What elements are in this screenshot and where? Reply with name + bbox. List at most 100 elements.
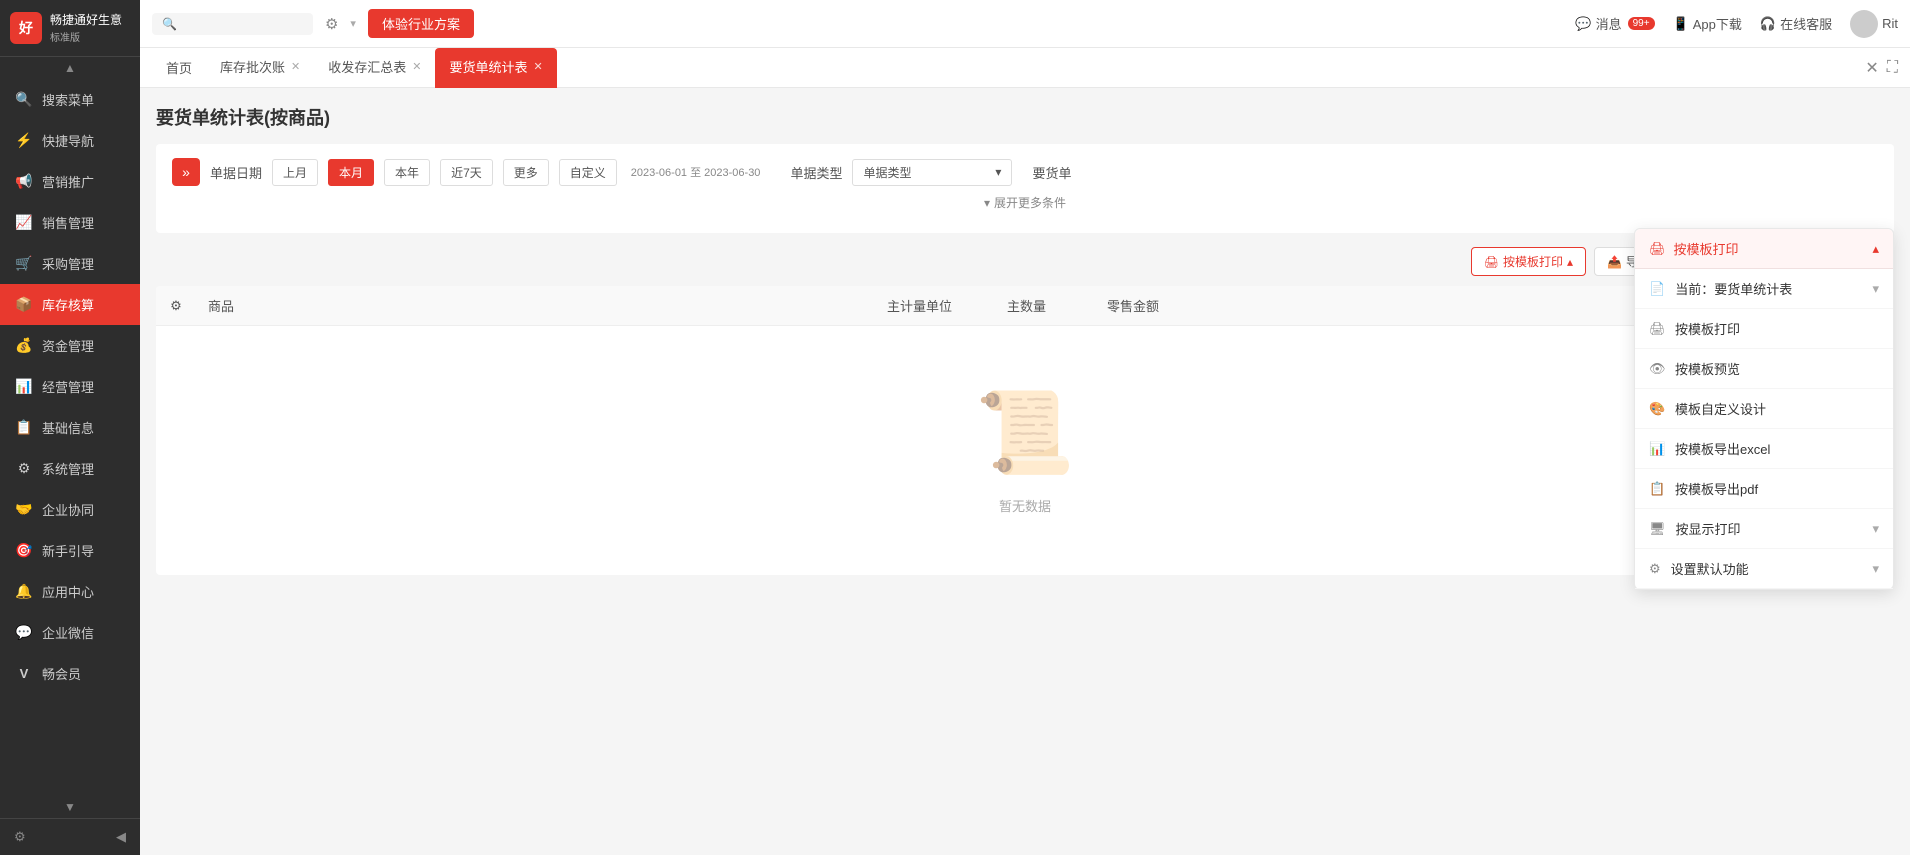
sidebar-item-label: 应用中心 xyxy=(42,582,94,601)
sidebar-item-operation[interactable]: 📊 经营管理 xyxy=(0,366,140,407)
trial-btn[interactable]: 体验行业方案 xyxy=(368,9,474,38)
messages-badge: 99+ xyxy=(1628,17,1655,30)
dropdown-current-template[interactable]: 📄 当前：要货单统计表 ▾ xyxy=(1635,269,1893,309)
sidebar-item-wxwork[interactable]: 💬 企业微信 xyxy=(0,612,140,653)
sidebar-item-label: 经营管理 xyxy=(42,377,94,396)
sidebar-item-label: 搜索菜单 xyxy=(42,90,94,109)
app-download-btn[interactable]: 📱 App下载 xyxy=(1673,14,1742,33)
date-btn-last-month[interactable]: 上月 xyxy=(272,159,318,186)
type-label: 单据类型 xyxy=(790,163,842,182)
date-btn-more[interactable]: 更多 xyxy=(503,159,549,186)
template-design-label: 模板自定义设计 xyxy=(1675,399,1766,418)
user-avatar-area[interactable]: Rit xyxy=(1850,10,1898,38)
current-template-label: 当前：要货单统计表 xyxy=(1675,279,1792,298)
tab-label: 库存批次账 xyxy=(220,57,285,76)
template-pdf-label: 按模板导出pdf xyxy=(1675,479,1758,498)
sidebar-item-search[interactable]: 🔍 搜索菜单 xyxy=(0,79,140,120)
dropdown-template-pdf[interactable]: 📋 按模板导出pdf xyxy=(1635,469,1893,509)
sidebar-item-appstore[interactable]: 🔔 应用中心 xyxy=(0,571,140,612)
base-icon: 📋 xyxy=(14,419,34,436)
app-download-label: App下载 xyxy=(1693,14,1742,33)
sidebar-item-vip[interactable]: V 畅会员 xyxy=(0,653,140,694)
date-btn-7days[interactable]: 近7天 xyxy=(440,159,493,186)
type-select[interactable]: 单据类型 ▾ xyxy=(852,159,1012,186)
print-item-icon: 🖨 xyxy=(1649,321,1665,337)
filter-card: » 单据日期 上月 本月 本年 近7天 更多 自定义 2023-06-01 至 … xyxy=(156,144,1894,233)
dropdown-template-design[interactable]: 🎨 模板自定义设计 xyxy=(1635,389,1893,429)
date-btn-this-month[interactable]: 本月 xyxy=(328,159,374,186)
col-quantity: 主数量 xyxy=(995,296,1095,315)
sidebar-item-purchase[interactable]: 🛒 采购管理 xyxy=(0,243,140,284)
tab-batch[interactable]: 库存批次账 ✕ xyxy=(206,48,314,88)
dropdown-header[interactable]: 🖨 按模板打印 ▴ xyxy=(1635,229,1893,269)
dropdown-arrow-icon[interactable]: ▾ xyxy=(350,17,356,30)
tab-close-window-btn[interactable]: ✕ xyxy=(1865,58,1878,78)
design-item-icon: 🎨 xyxy=(1649,401,1665,417)
expand-more-btn[interactable]: ▾ 展开更多条件 xyxy=(172,186,1878,219)
sidebar-item-shortcut[interactable]: ⚡ 快捷导航 xyxy=(0,120,140,161)
user-name: Rit xyxy=(1882,16,1898,31)
dropdown-template-preview[interactable]: 👁 按模板预览 xyxy=(1635,349,1893,389)
tab-maximize-btn[interactable]: ⛶ xyxy=(1887,59,1898,77)
marketing-icon: 📢 xyxy=(14,173,34,190)
messages-btn[interactable]: 💬 消息 99+ xyxy=(1575,14,1654,33)
search-icon: 🔍 xyxy=(162,17,177,31)
filter-expand-btn[interactable]: » xyxy=(172,158,200,186)
sidebar-item-system[interactable]: ⚙ 系统管理 xyxy=(0,448,140,489)
dropdown-display-print[interactable]: 🖥 按显示打印 ▾ xyxy=(1635,509,1893,549)
sidebar-item-sales[interactable]: 📈 销售管理 xyxy=(0,202,140,243)
sidebar-item-collab[interactable]: 🤝 企业协同 xyxy=(0,489,140,530)
topbar: 🔍 ⚙ ▾ 体验行业方案 💬 消息 99+ 📱 App下载 🎧 在线客服 Rit xyxy=(140,0,1910,48)
sidebar-item-label: 系统管理 xyxy=(42,459,94,478)
settings-gear-icon[interactable]: ⚙ xyxy=(325,15,338,33)
dropdown-display-left: 🖥 按显示打印 xyxy=(1649,519,1741,538)
sidebar-item-marketing[interactable]: 📢 营销推广 xyxy=(0,161,140,202)
print-template-label: 按模板打印 xyxy=(1503,253,1563,270)
tab-close-icon[interactable]: ✕ xyxy=(291,60,300,73)
sales-icon: 📈 xyxy=(14,214,34,231)
template-preview-label: 按模板预览 xyxy=(1675,359,1740,378)
tab-close-icon[interactable]: ✕ xyxy=(412,60,421,73)
settings-icon[interactable]: ⚙ xyxy=(14,829,26,845)
tab-close-active-icon[interactable]: ✕ xyxy=(534,60,543,73)
sidebar-item-label: 库存核算 xyxy=(42,295,94,314)
sidebar-footer: ⚙ ◀ xyxy=(0,818,140,855)
date-label: 单据日期 xyxy=(210,163,262,182)
template-excel-label: 按模板导出excel xyxy=(1675,439,1770,458)
dropdown-set-default[interactable]: ⚙ 设置默认功能 ▾ xyxy=(1635,549,1893,589)
operation-icon: 📊 xyxy=(14,378,34,395)
sidebar-item-finance[interactable]: 💰 资金管理 xyxy=(0,325,140,366)
tab-order-stats[interactable]: 要货单统计表 ✕ xyxy=(435,48,556,88)
scroll-down-btn[interactable]: ▼ xyxy=(0,796,140,818)
preview-item-icon: 👁 xyxy=(1649,361,1665,377)
vip-icon: V xyxy=(14,666,34,681)
chevron-up-icon: ▴ xyxy=(1872,241,1879,257)
tab-home[interactable]: 首页 xyxy=(152,48,206,88)
print-header-icon: 🖨 xyxy=(1649,241,1666,257)
tab-receipts[interactable]: 收发存汇总表 ✕ xyxy=(314,48,435,88)
empty-illustration: 📜 xyxy=(975,386,1075,480)
sidebar-item-inventory[interactable]: 📦 库存核算 xyxy=(0,284,140,325)
sidebar-logo: 好 畅捷通好生意 标准版 xyxy=(0,0,140,57)
purchase-icon: 🛒 xyxy=(14,255,34,272)
online-service-label: 在线客服 xyxy=(1780,14,1832,33)
online-service-btn[interactable]: 🎧 在线客服 xyxy=(1760,14,1832,33)
date-btn-custom[interactable]: 自定义 xyxy=(559,159,617,186)
dropdown-template-excel[interactable]: 📊 按模板导出excel xyxy=(1635,429,1893,469)
col-unit: 主计量单位 xyxy=(875,296,995,315)
display-item-icon: 🖥 xyxy=(1649,521,1666,537)
print-template-btn[interactable]: 🖨 按模板打印 ▴ xyxy=(1471,247,1586,276)
sidebar-item-label: 基础信息 xyxy=(42,418,94,437)
sidebar-item-guide[interactable]: 🎯 新手引导 xyxy=(0,530,140,571)
collapse-icon[interactable]: ◀ xyxy=(116,829,126,845)
scroll-up-btn[interactable]: ▲ xyxy=(0,57,140,79)
dropdown-template-print[interactable]: 🖨 按模板打印 xyxy=(1635,309,1893,349)
search-box[interactable]: 🔍 xyxy=(152,13,313,35)
col-retail: 零售金额 xyxy=(1095,296,1215,315)
sidebar-item-base[interactable]: 📋 基础信息 xyxy=(0,407,140,448)
sidebar-item-label: 资金管理 xyxy=(42,336,94,355)
chevron-down-icon: ▾ xyxy=(995,165,1001,179)
date-btn-this-year[interactable]: 本年 xyxy=(384,159,430,186)
search-input[interactable] xyxy=(183,17,303,31)
col-settings[interactable]: ⚙ xyxy=(156,296,196,315)
